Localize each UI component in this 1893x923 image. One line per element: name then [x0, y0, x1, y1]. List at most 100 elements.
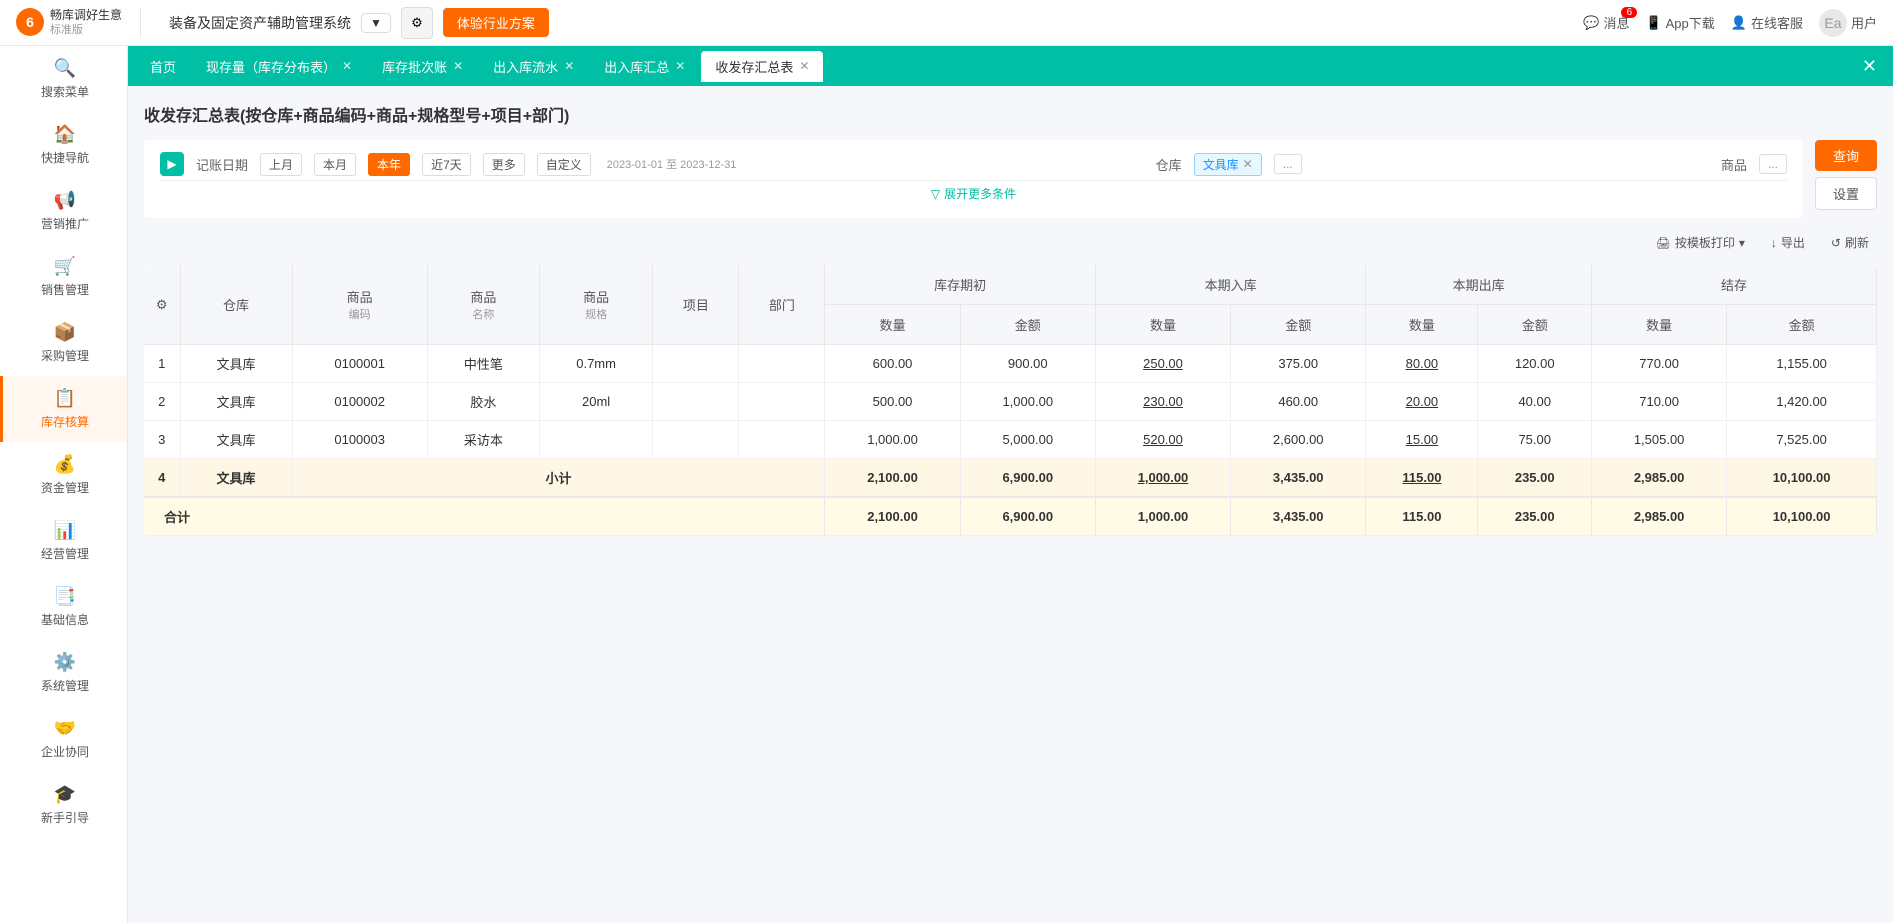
- date-btn-this-year[interactable]: 本年: [368, 153, 410, 176]
- expand-more-btn[interactable]: ▽ 展开更多条件: [160, 180, 1787, 206]
- user-btn[interactable]: Ea 用户: [1819, 9, 1877, 37]
- app-download-btn[interactable]: 📱 App下载: [1645, 13, 1714, 32]
- cell-balance-qty: 1,505.00: [1592, 421, 1727, 459]
- cell-in-qty[interactable]: 230.00: [1095, 383, 1230, 421]
- sidebar-item-search[interactable]: 🔍 搜索菜单: [0, 46, 127, 112]
- sidebar: 🔍 搜索菜单 🏠 快捷导航 📢 营销推广 🛒 销售管理 📦 采购管理 📋 库存核…: [0, 46, 128, 923]
- refresh-btn[interactable]: ↺ 刷新: [1823, 230, 1877, 255]
- th-warehouse: 仓库: [180, 265, 292, 345]
- date-filter-label: 记账日期: [196, 155, 248, 174]
- settings-btn-sidebar[interactable]: 设置: [1815, 177, 1877, 210]
- print-chevron-icon: ▾: [1739, 236, 1745, 250]
- th-inbound: 本期入库: [1095, 265, 1365, 305]
- cell-goods-code: 0100003: [292, 421, 427, 459]
- sidebar-item-inventory[interactable]: 📋 库存核算: [0, 376, 127, 442]
- filter-toggle-btn[interactable]: ▶: [160, 152, 184, 176]
- cell-project: [653, 383, 739, 421]
- cell-goods-spec: [539, 421, 652, 459]
- sidebar-item-purchase[interactable]: 📦 采购管理: [0, 310, 127, 376]
- cell-in-qty[interactable]: 250.00: [1095, 345, 1230, 383]
- try-industry-btn[interactable]: 体验行业方案: [443, 8, 549, 37]
- tab-inout-flow-label: 出入库流水: [493, 57, 558, 76]
- online-service-btn[interactable]: 👤 在线客服: [1731, 13, 1803, 32]
- subtotal-open-qty: 2,100.00: [825, 459, 960, 498]
- main-layout: 🔍 搜索菜单 🏠 快捷导航 📢 营销推广 🛒 销售管理 📦 采购管理 📋 库存核…: [0, 46, 1893, 923]
- tab-inout-summary-close[interactable]: ✕: [675, 59, 685, 73]
- subtotal-warehouse: 文具库: [180, 459, 292, 498]
- message-badge: 6: [1621, 7, 1637, 18]
- sidebar-item-finance[interactable]: 💰 资金管理: [0, 442, 127, 508]
- cell-dept: [739, 345, 825, 383]
- tab-stock-dist[interactable]: 现存量（库存分布表） ✕: [192, 51, 366, 82]
- cell-out-amount: 40.00: [1478, 383, 1592, 421]
- cell-out-qty[interactable]: 80.00: [1366, 345, 1478, 383]
- cell-out-qty[interactable]: 15.00: [1366, 421, 1478, 459]
- tab-receive-send[interactable]: 收发存汇总表 ✕: [701, 51, 823, 82]
- settings-btn[interactable]: ⚙: [401, 7, 433, 39]
- sidebar-item-sales[interactable]: 🛒 销售管理: [0, 244, 127, 310]
- sidebar-item-system[interactable]: ⚙️ 系统管理: [0, 640, 127, 706]
- sidebar-item-operations[interactable]: 📊 经营管理: [0, 508, 127, 574]
- subtotal-balance-qty: 2,985.00: [1592, 459, 1727, 498]
- total-in-amount: 3,435.00: [1231, 497, 1366, 536]
- tab-inout-flow-close[interactable]: ✕: [564, 59, 574, 73]
- date-btn-custom[interactable]: 自定义: [537, 153, 591, 176]
- cell-balance-qty: 770.00: [1592, 345, 1727, 383]
- date-btn-more[interactable]: 更多: [483, 153, 525, 176]
- cell-out-qty[interactable]: 20.00: [1366, 383, 1478, 421]
- sidebar-item-newbie[interactable]: 🎓 新手引导: [0, 772, 127, 838]
- goods-more-btn[interactable]: ...: [1759, 154, 1787, 174]
- tab-batch[interactable]: 库存批次账 ✕: [368, 51, 477, 82]
- sidebar-item-quick-nav[interactable]: 🏠 快捷导航: [0, 112, 127, 178]
- data-table: ⚙ 仓库 商品编码 商品名称 商品规格 项目 部门 库存期初 本期入库 本期出库…: [144, 265, 1877, 536]
- tab-bar-close-all[interactable]: ✕: [1854, 56, 1885, 77]
- page-title: 收发存汇总表(按仓库+商品编码+商品+规格型号+项目+部门): [144, 102, 1877, 126]
- th-out-amount: 金额: [1478, 305, 1592, 345]
- sidebar-item-enterprise-label: 企业协同: [41, 743, 89, 760]
- th-open-amount: 金额: [960, 305, 1095, 345]
- date-range-display: 2023-01-01 至 2023-12-31: [607, 156, 737, 172]
- date-btn-7days[interactable]: 近7天: [422, 153, 471, 176]
- total-out-qty: 115.00: [1366, 497, 1478, 536]
- tab-stock-dist-close[interactable]: ✕: [342, 59, 352, 73]
- export-btn[interactable]: ↓ 导出: [1763, 230, 1813, 255]
- tab-stock-dist-label: 现存量（库存分布表）: [206, 57, 336, 76]
- tab-batch-close[interactable]: ✕: [453, 59, 463, 73]
- warehouse-filter-tag[interactable]: 文具库 ✕: [1194, 153, 1262, 176]
- th-out-qty: 数量: [1366, 305, 1478, 345]
- finance-icon: 💰: [54, 454, 76, 475]
- system-selector[interactable]: ▼: [361, 13, 391, 33]
- print-icon: 🖨: [1656, 236, 1671, 250]
- tab-inout-summary[interactable]: 出入库汇总 ✕: [590, 51, 699, 82]
- cell-goods-spec: 0.7mm: [539, 345, 652, 383]
- print-template-btn[interactable]: 🖨 按模板打印 ▾: [1648, 230, 1753, 255]
- cell-no: 2: [144, 383, 180, 421]
- sidebar-item-basic-info-label: 基础信息: [41, 611, 89, 628]
- cell-project: [653, 345, 739, 383]
- tab-inout-flow[interactable]: 出入库流水 ✕: [479, 51, 588, 82]
- date-btn-last-month[interactable]: 上月: [260, 153, 302, 176]
- th-settings[interactable]: ⚙: [144, 265, 180, 345]
- sidebar-item-basic-info[interactable]: 📑 基础信息: [0, 574, 127, 640]
- user-label: 用户: [1851, 13, 1877, 32]
- header-left: 6 畅库调好生意 标准版 装备及固定资产辅助管理系统 ▼ ⚙ 体验行业方案: [16, 7, 549, 39]
- th-dept: 部门: [739, 265, 825, 345]
- sidebar-item-purchase-label: 采购管理: [41, 347, 89, 364]
- date-btn-this-month[interactable]: 本月: [314, 153, 356, 176]
- subtotal-in-qty: 1,000.00: [1095, 459, 1230, 498]
- basic-info-icon: 📑: [54, 586, 76, 607]
- tab-home[interactable]: 首页: [136, 51, 190, 82]
- tab-batch-label: 库存批次账: [382, 57, 447, 76]
- warehouse-tag-remove[interactable]: ✕: [1243, 157, 1253, 171]
- cell-open-amount: 900.00: [960, 345, 1095, 383]
- tab-receive-send-close[interactable]: ✕: [799, 59, 809, 73]
- message-btn[interactable]: 💬 消息 6: [1583, 13, 1629, 32]
- cell-in-qty[interactable]: 520.00: [1095, 421, 1230, 459]
- warehouse-more-btn[interactable]: ...: [1274, 154, 1302, 174]
- query-btn[interactable]: 查询: [1815, 140, 1877, 171]
- sidebar-item-marketing[interactable]: 📢 营销推广: [0, 178, 127, 244]
- cell-in-amount: 375.00: [1231, 345, 1366, 383]
- cell-goods-spec: 20ml: [539, 383, 652, 421]
- cell-out-amount: 75.00: [1478, 421, 1592, 459]
- sidebar-item-enterprise[interactable]: 🤝 企业协同: [0, 706, 127, 772]
